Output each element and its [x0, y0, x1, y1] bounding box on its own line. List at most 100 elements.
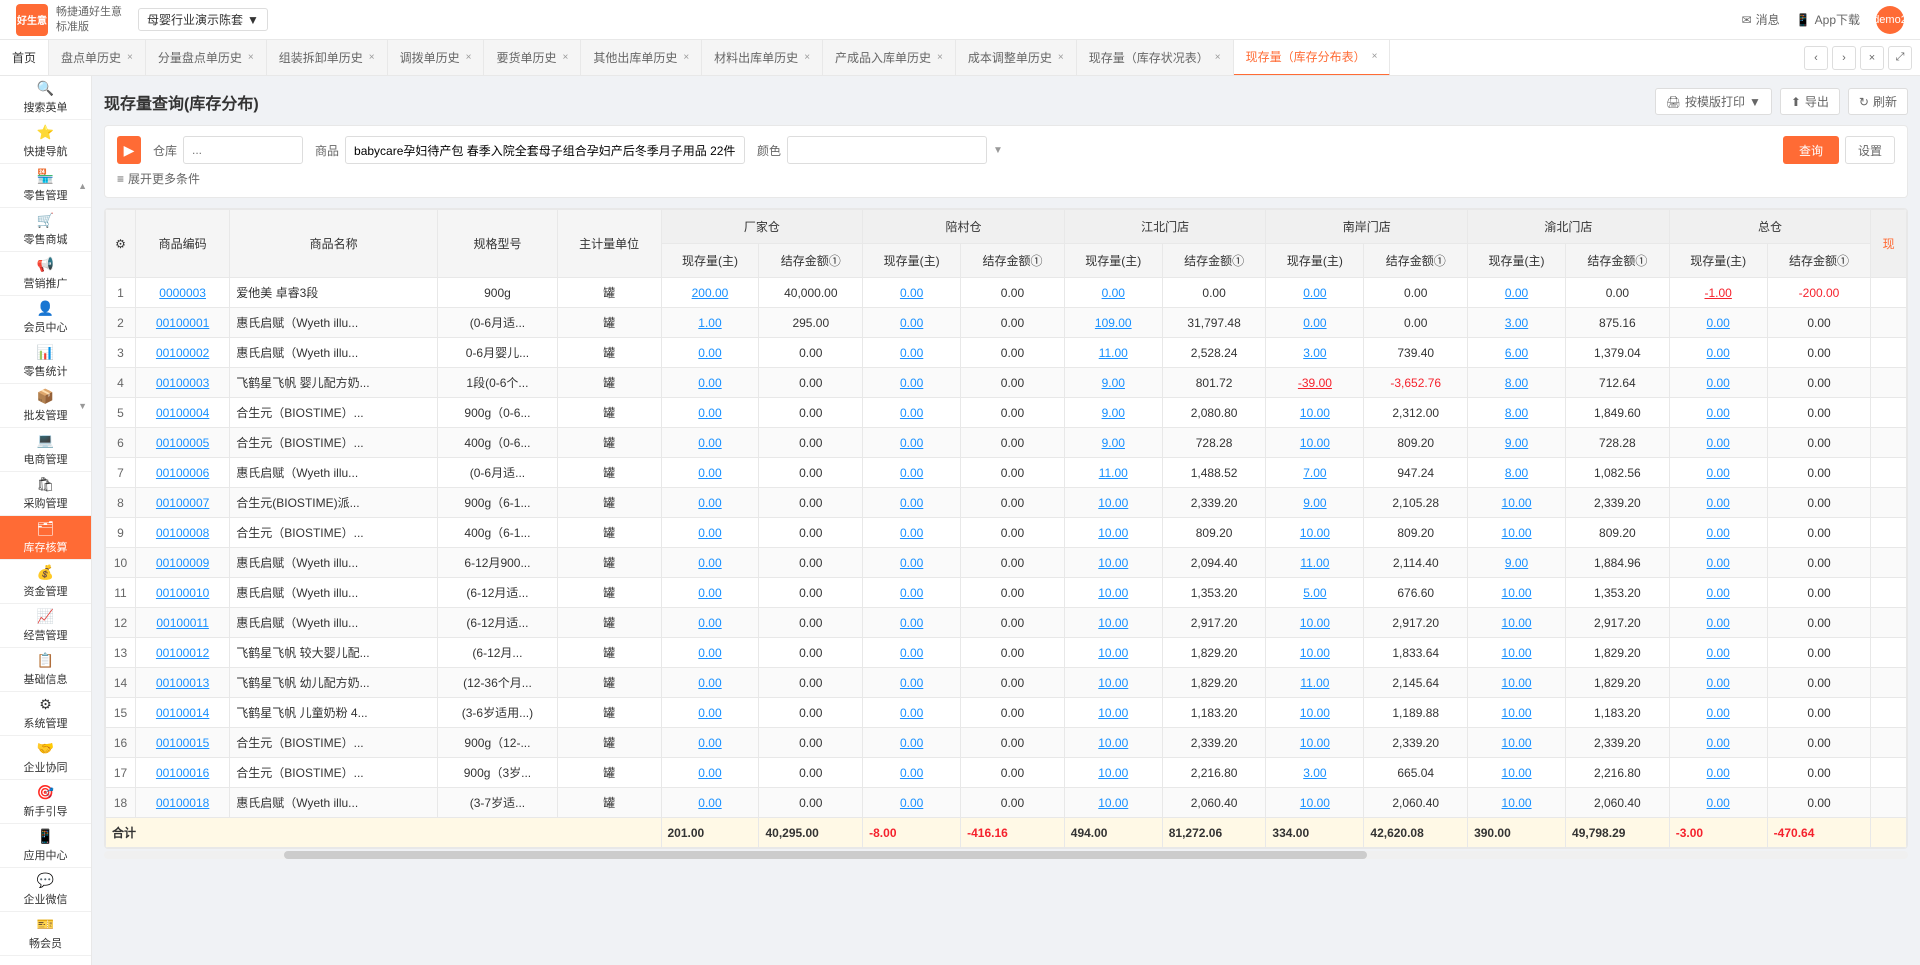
cell-c4-qty[interactable]: -39.00 — [1266, 368, 1364, 398]
cell-c1-qty[interactable]: 0.00 — [661, 788, 759, 818]
cell-t-qty[interactable]: 0.00 — [1669, 788, 1767, 818]
cell-c3-qty[interactable]: 9.00 — [1064, 398, 1162, 428]
cell-code[interactable]: 00100002 — [136, 338, 230, 368]
close-tab-order[interactable]: × — [562, 52, 568, 63]
cell-c1-qty[interactable]: 0.00 — [661, 548, 759, 578]
cell-t-qty[interactable]: 0.00 — [1669, 608, 1767, 638]
cell-c4-qty[interactable]: 10.00 — [1266, 428, 1364, 458]
tab-sub-inventory-count[interactable]: 分量盘点单历史 × — [146, 40, 267, 76]
avatar[interactable]: demo2 — [1876, 6, 1904, 34]
cell-c3-qty[interactable]: 11.00 — [1064, 458, 1162, 488]
cell-c2-qty[interactable]: 0.00 — [863, 488, 961, 518]
color-dropdown-icon[interactable]: ▼ — [993, 145, 1003, 156]
cell-c1-qty[interactable]: 0.00 — [661, 668, 759, 698]
cell-code[interactable]: 0000003 — [136, 278, 230, 308]
close-tab-assemble[interactable]: × — [369, 52, 375, 63]
cell-c1-qty[interactable]: 1.00 — [661, 308, 759, 338]
app-download-btn[interactable]: 📱 App下载 — [1796, 11, 1860, 28]
cell-code[interactable]: 00100013 — [136, 668, 230, 698]
cell-c2-qty[interactable]: 0.00 — [863, 368, 961, 398]
close-tab-cost[interactable]: × — [1058, 52, 1064, 63]
cell-c3-qty[interactable]: 10.00 — [1064, 758, 1162, 788]
cell-c5-qty[interactable]: 10.00 — [1468, 788, 1566, 818]
cell-t-qty[interactable]: 0.00 — [1669, 458, 1767, 488]
sidebar-item-apps[interactable]: 📱 应用中心 — [0, 824, 91, 868]
cell-t-qty[interactable]: 0.00 — [1669, 638, 1767, 668]
cell-c2-qty[interactable]: 0.00 — [863, 668, 961, 698]
cell-c4-qty[interactable]: 10.00 — [1266, 608, 1364, 638]
sidebar-item-finance[interactable]: 💰 资金管理 — [0, 560, 91, 604]
cell-c1-qty[interactable]: 0.00 — [661, 368, 759, 398]
tab-stock-dist[interactable]: 现存量（库存分布表）× — [1234, 40, 1391, 76]
cell-code[interactable]: 00100010 — [136, 578, 230, 608]
cell-c3-qty[interactable]: 11.00 — [1064, 338, 1162, 368]
cell-t-qty[interactable]: 0.00 — [1669, 368, 1767, 398]
sidebar-item-retail-stats[interactable]: 📊 零售统计 — [0, 340, 91, 384]
cell-code[interactable]: 00100005 — [136, 428, 230, 458]
sidebar-item-basic[interactable]: 📋 基础信息 — [0, 648, 91, 692]
cell-c2-qty[interactable]: 0.00 — [863, 578, 961, 608]
close-tab-stock-status[interactable]: × — [1215, 52, 1221, 63]
cell-c3-qty[interactable]: 10.00 — [1064, 668, 1162, 698]
cell-c2-qty[interactable]: 0.00 — [863, 608, 961, 638]
cell-code[interactable]: 00100009 — [136, 548, 230, 578]
print-btn[interactable]: 🖨 按模版打印 ▼ — [1655, 88, 1772, 115]
cell-c4-qty[interactable]: 10.00 — [1266, 728, 1364, 758]
sidebar-item-retail-mall[interactable]: 🛒 零售商城 — [0, 208, 91, 252]
tab-stock-status[interactable]: 现存量（库存状况表）× — [1077, 40, 1234, 76]
cell-c3-qty[interactable]: 109.00 — [1064, 308, 1162, 338]
cell-c3-qty[interactable]: 10.00 — [1064, 518, 1162, 548]
cell-t-qty[interactable]: 0.00 — [1669, 548, 1767, 578]
cell-c1-qty[interactable]: 0.00 — [661, 458, 759, 488]
cell-c2-qty[interactable]: 0.00 — [863, 788, 961, 818]
cell-c5-qty[interactable]: 8.00 — [1468, 368, 1566, 398]
cell-c2-qty[interactable]: 0.00 — [863, 518, 961, 548]
cell-c3-qty[interactable]: 10.00 — [1064, 578, 1162, 608]
cell-c5-qty[interactable]: 8.00 — [1468, 398, 1566, 428]
sidebar-item-guide[interactable]: 🎯 新手引导 — [0, 780, 91, 824]
cell-c5-qty[interactable]: 10.00 — [1468, 758, 1566, 788]
cell-t-qty[interactable]: 0.00 — [1669, 518, 1767, 548]
cell-c5-qty[interactable]: 10.00 — [1468, 608, 1566, 638]
cell-code[interactable]: 00100011 — [136, 608, 230, 638]
cell-c5-qty[interactable]: 10.00 — [1468, 668, 1566, 698]
message-btn[interactable]: ✉ 消息 — [1742, 11, 1780, 28]
cell-c2-qty[interactable]: 0.00 — [863, 458, 961, 488]
goods-input[interactable] — [345, 136, 745, 164]
cell-c5-qty[interactable]: 8.00 — [1468, 458, 1566, 488]
cell-code[interactable]: 00100014 — [136, 698, 230, 728]
cell-c3-qty[interactable]: 10.00 — [1064, 788, 1162, 818]
cell-c1-qty[interactable]: 0.00 — [661, 518, 759, 548]
cell-c2-qty[interactable]: 0.00 — [863, 758, 961, 788]
tab-outbound[interactable]: 其他出库单历史 × — [581, 40, 702, 76]
sidebar-item-system[interactable]: ⚙ 系统管理 — [0, 692, 91, 736]
cell-t-qty[interactable]: 0.00 — [1669, 668, 1767, 698]
export-btn[interactable]: ⬆ 导出 — [1780, 88, 1840, 115]
nav-expand-btn[interactable]: ⤢ — [1888, 46, 1912, 70]
cell-c3-qty[interactable]: 9.00 — [1064, 368, 1162, 398]
color-input[interactable] — [787, 136, 987, 164]
sidebar-item-member[interactable]: 👤 会员中心 — [0, 296, 91, 340]
cell-c2-qty[interactable]: 0.00 — [863, 398, 961, 428]
cell-c2-qty[interactable]: 0.00 — [863, 548, 961, 578]
tab-assemble[interactable]: 组装拆卸单历史 × — [267, 40, 388, 76]
cell-c1-qty[interactable]: 0.00 — [661, 728, 759, 758]
warehouse-input[interactable] — [183, 136, 303, 164]
tab-inventory-count[interactable]: 盘点单历史 × — [49, 40, 146, 76]
cell-c5-qty[interactable]: 10.00 — [1468, 638, 1566, 668]
cell-c3-qty[interactable]: 10.00 — [1064, 548, 1162, 578]
sidebar-item-member2[interactable]: 🎫 畅会员 — [0, 912, 91, 956]
cell-c3-qty[interactable]: 9.00 — [1064, 428, 1162, 458]
cell-c3-qty[interactable]: 10.00 — [1064, 638, 1162, 668]
cell-c1-qty[interactable]: 200.00 — [661, 278, 759, 308]
tab-transfer[interactable]: 调拨单历史 × — [388, 40, 485, 76]
cell-c2-qty[interactable]: 0.00 — [863, 308, 961, 338]
cell-c2-qty[interactable]: 0.00 — [863, 338, 961, 368]
cell-c1-qty[interactable]: 0.00 — [661, 698, 759, 728]
cell-code[interactable]: 00100004 — [136, 398, 230, 428]
cell-code[interactable]: 00100001 — [136, 308, 230, 338]
cell-c5-qty[interactable]: 10.00 — [1468, 698, 1566, 728]
cell-c1-qty[interactable]: 0.00 — [661, 638, 759, 668]
cell-c4-qty[interactable]: 10.00 — [1266, 698, 1364, 728]
cell-c4-qty[interactable]: 0.00 — [1266, 308, 1364, 338]
